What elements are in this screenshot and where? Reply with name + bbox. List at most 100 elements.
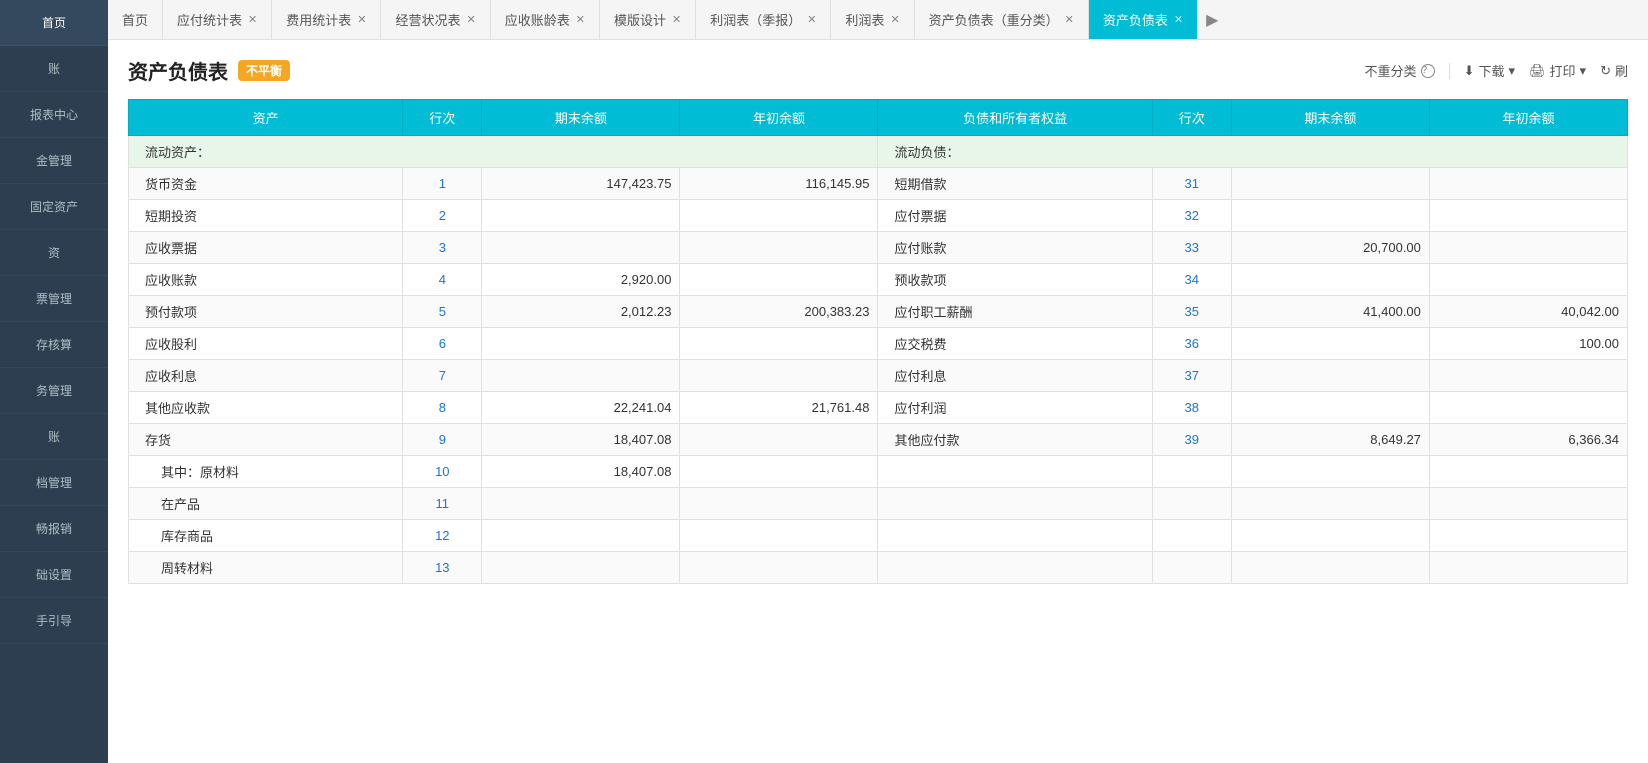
end-balance[interactable] (482, 520, 680, 552)
liab-label[interactable] (878, 552, 1152, 584)
liab-end-balance[interactable] (1231, 488, 1429, 520)
sidebar-item-settings[interactable]: 础设置 (0, 552, 108, 598)
liab-begin-balance[interactable] (1429, 360, 1627, 392)
liab-label[interactable] (878, 488, 1152, 520)
begin-balance[interactable] (680, 200, 878, 232)
close-icon[interactable]: ✕ (807, 13, 816, 26)
begin-balance[interactable] (680, 488, 878, 520)
liab-begin-balance[interactable] (1429, 456, 1627, 488)
sidebar-item-expense[interactable]: 畅报销 (0, 506, 108, 552)
asset-label[interactable]: 其中：原材料 (129, 456, 403, 488)
liab-end-balance[interactable] (1231, 360, 1429, 392)
end-balance[interactable] (482, 200, 680, 232)
end-balance[interactable]: 2,012.23 (482, 296, 680, 328)
liab-begin-balance[interactable] (1429, 168, 1627, 200)
asset-label[interactable]: 在产品 (129, 488, 403, 520)
refresh-button[interactable]: ↻ 刷 (1600, 61, 1628, 80)
close-icon[interactable]: ✕ (576, 13, 585, 26)
sidebar-item-guide[interactable]: 手引导 (0, 598, 108, 644)
end-balance[interactable] (482, 360, 680, 392)
begin-balance[interactable] (680, 232, 878, 264)
liab-end-balance[interactable] (1231, 168, 1429, 200)
begin-balance[interactable] (680, 264, 878, 296)
classify-button[interactable]: 不重分类 ? (1365, 61, 1435, 80)
end-balance[interactable]: 22,241.04 (482, 392, 680, 424)
tab-template-design[interactable]: 模版设计 ✕ (600, 0, 696, 40)
close-icon[interactable]: ✕ (357, 13, 366, 26)
end-balance[interactable] (482, 328, 680, 360)
liab-begin-balance[interactable] (1429, 200, 1627, 232)
asset-label[interactable]: 周转材料 (129, 552, 403, 584)
sidebar-item-capital[interactable]: 资 (0, 230, 108, 276)
sidebar-item-fixed-assets[interactable]: 固定资产 (0, 184, 108, 230)
begin-balance[interactable] (680, 328, 878, 360)
liab-end-balance[interactable] (1231, 200, 1429, 232)
asset-label[interactable]: 其他应收款 (129, 392, 403, 424)
end-balance[interactable]: 18,407.08 (482, 456, 680, 488)
tab-balance-reclassified[interactable]: 资产负债表（重分类） ✕ (915, 0, 1089, 40)
sidebar-item-account[interactable]: 账 (0, 46, 108, 92)
liab-end-balance[interactable] (1231, 552, 1429, 584)
end-balance[interactable]: 147,423.75 (482, 168, 680, 200)
liab-end-balance[interactable] (1231, 264, 1429, 296)
begin-balance[interactable] (680, 360, 878, 392)
asset-label[interactable]: 货币资金 (129, 168, 403, 200)
begin-balance[interactable] (680, 424, 878, 456)
begin-balance[interactable]: 200,383.23 (680, 296, 878, 328)
liab-label[interactable]: 应付票据 (878, 200, 1152, 232)
liab-label[interactable]: 应付账款 (878, 232, 1152, 264)
sidebar-item-invoice[interactable]: 票管理 (0, 276, 108, 322)
asset-label[interactable]: 短期投资 (129, 200, 403, 232)
tab-expense-stats[interactable]: 费用统计表 ✕ (272, 0, 381, 40)
tab-home[interactable]: 首页 (108, 0, 163, 40)
begin-balance[interactable] (680, 456, 878, 488)
liab-end-balance[interactable] (1231, 520, 1429, 552)
sidebar-item-archive[interactable]: 档管理 (0, 460, 108, 506)
sidebar-item-business[interactable]: 务管理 (0, 368, 108, 414)
liab-begin-balance[interactable] (1429, 552, 1627, 584)
liab-begin-balance[interactable] (1429, 232, 1627, 264)
print-button[interactable]: 🖨 打印 ▾ (1529, 61, 1586, 80)
liab-label[interactable]: 应付利润 (878, 392, 1152, 424)
liab-end-balance[interactable]: 41,400.00 (1231, 296, 1429, 328)
liab-end-balance[interactable]: 20,700.00 (1231, 232, 1429, 264)
liab-begin-balance[interactable]: 40,042.00 (1429, 296, 1627, 328)
tab-receivable-aging[interactable]: 应收账龄表 ✕ (491, 0, 600, 40)
asset-label[interactable]: 应收股利 (129, 328, 403, 360)
liab-label[interactable] (878, 456, 1152, 488)
asset-label[interactable]: 存货 (129, 424, 403, 456)
close-icon[interactable]: ✕ (248, 13, 257, 26)
begin-balance[interactable]: 21,761.48 (680, 392, 878, 424)
tab-profit-quarterly[interactable]: 利润表（季报） ✕ (696, 0, 831, 40)
close-icon[interactable]: ✕ (890, 13, 899, 26)
tab-operations[interactable]: 经营状况表 ✕ (381, 0, 490, 40)
begin-balance[interactable] (680, 552, 878, 584)
liab-begin-balance[interactable] (1429, 392, 1627, 424)
begin-balance[interactable] (680, 520, 878, 552)
asset-label[interactable]: 应收账款 (129, 264, 403, 296)
liab-label[interactable]: 其他应付款 (878, 424, 1152, 456)
info-icon[interactable]: ? (1421, 64, 1435, 78)
liab-begin-balance[interactable] (1429, 264, 1627, 296)
end-balance[interactable] (482, 488, 680, 520)
asset-label[interactable]: 库存商品 (129, 520, 403, 552)
sidebar-item-reports[interactable]: 报表中心 (0, 92, 108, 138)
close-icon[interactable]: ✕ (467, 13, 476, 26)
liab-label[interactable] (878, 520, 1152, 552)
liab-begin-balance[interactable] (1429, 488, 1627, 520)
liab-label[interactable]: 短期借款 (878, 168, 1152, 200)
begin-balance[interactable]: 116,145.95 (680, 168, 878, 200)
end-balance[interactable] (482, 232, 680, 264)
asset-label[interactable]: 预付款项 (129, 296, 403, 328)
end-balance[interactable] (482, 552, 680, 584)
tab-scroll-right[interactable]: ▶ (1198, 10, 1226, 30)
asset-label[interactable]: 应收利息 (129, 360, 403, 392)
liab-label[interactable]: 预收款项 (878, 264, 1152, 296)
liab-begin-balance[interactable]: 100.00 (1429, 328, 1627, 360)
close-icon[interactable]: ✕ (672, 13, 681, 26)
liab-end-balance[interactable] (1231, 328, 1429, 360)
liab-begin-balance[interactable] (1429, 520, 1627, 552)
sidebar-item-inventory[interactable]: 存核算 (0, 322, 108, 368)
end-balance[interactable]: 18,407.08 (482, 424, 680, 456)
tab-profit[interactable]: 利润表 ✕ (831, 0, 914, 40)
